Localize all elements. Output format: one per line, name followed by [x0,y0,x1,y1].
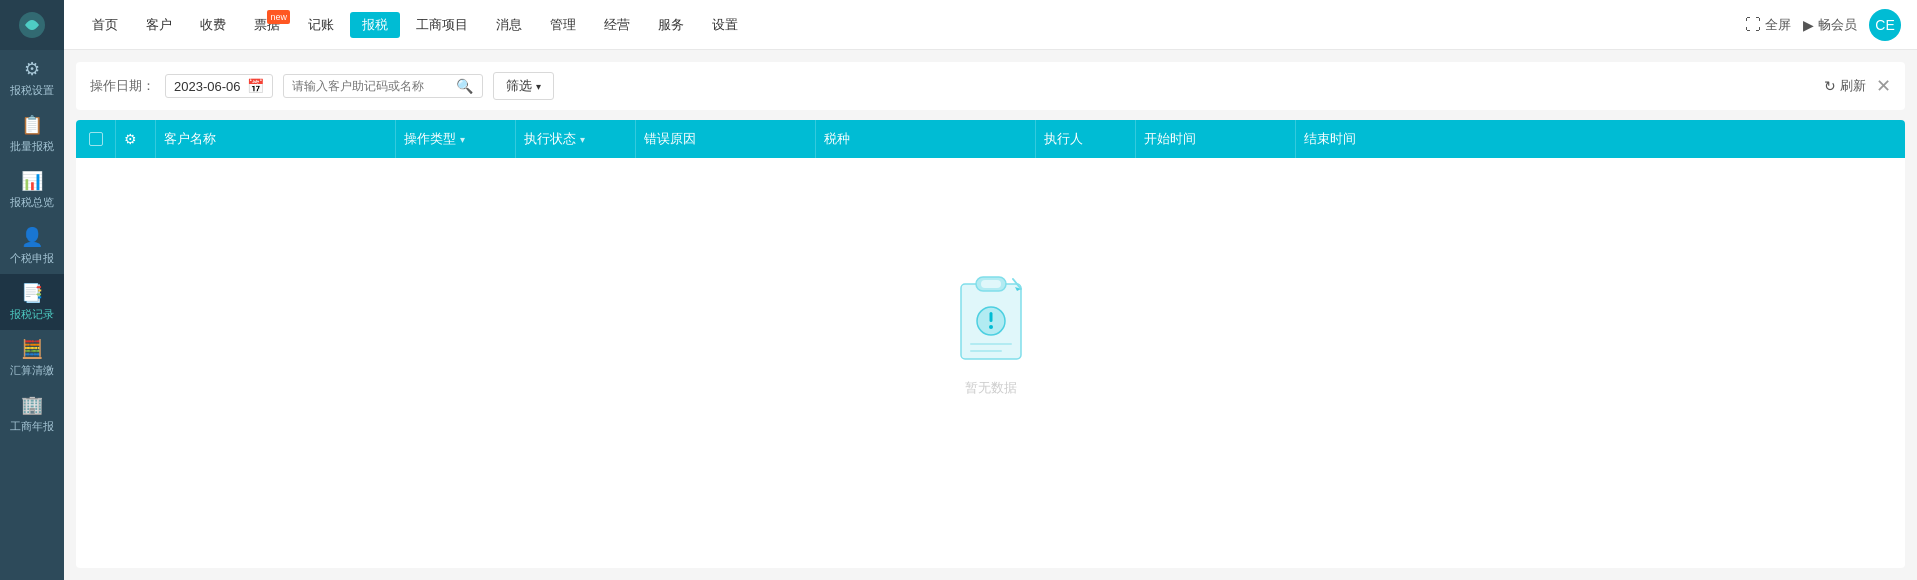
member-button[interactable]: ▶ 畅会员 [1803,16,1857,34]
th-start-time: 开始时间 [1136,120,1296,158]
refresh-label: 刷新 [1840,77,1866,95]
sidebar-item-label: 批量报税 [10,139,54,154]
th-executor: 执行人 [1036,120,1136,158]
nav-jizhang[interactable]: 记账 [296,12,346,38]
nav-fuwu[interactable]: 服务 [646,12,696,38]
baoshui-shezhi-icon: ⚙ [24,58,40,80]
sidebar-item-label: 个税申报 [10,251,54,266]
nav-shoufei[interactable]: 收费 [188,12,238,38]
th-end-time: 结束时间 [1296,120,1416,158]
sidebar-item-geshuishenbao[interactable]: 👤 个税申报 [0,218,64,274]
video-icon: ▶ [1803,17,1814,33]
svg-rect-5 [989,312,992,322]
sidebar-item-piliang-baoshui[interactable]: 📋 批量报税 [0,106,64,162]
refresh-icon: ↻ [1824,78,1836,94]
nav-home[interactable]: 首页 [80,12,130,38]
sidebar: ⚙ 报税设置 📋 批量报税 📊 报税总览 👤 个税申报 📑 报税记录 🧮 汇算清… [0,0,64,580]
th-settings: ⚙ [116,120,156,158]
geshuishenbao-icon: 👤 [21,226,43,248]
nav-piao[interactable]: 票据 new [242,12,292,38]
nav-jingying[interactable]: 经营 [592,12,642,38]
filter-label: 筛选 [506,77,532,95]
sidebar-item-label: 报税记录 [10,307,54,322]
th-customer: 客户名称 [156,120,396,158]
page-content: 操作日期： 2023-06-06 📅 🔍 筛选 ▾ ↻ 刷新 ✕ [64,50,1917,580]
table-body: 暂无数据 [76,158,1905,498]
nav-xiaoxi[interactable]: 消息 [484,12,534,38]
sidebar-item-label: 工商年报 [10,419,54,434]
close-button[interactable]: ✕ [1876,77,1891,95]
new-badge: new [267,10,290,24]
logo[interactable] [0,0,64,50]
refresh-button[interactable]: ↻ 刷新 [1824,77,1866,95]
user-initials: CE [1875,17,1894,33]
th-checkbox[interactable] [76,120,116,158]
sidebar-item-baoshui-jilu[interactable]: 📑 报税记录 [0,274,64,330]
filter-op-type-icon[interactable]: ▾ [460,134,465,145]
empty-state: 暂无数据 [941,259,1041,397]
svg-point-6 [989,325,993,329]
search-input[interactable] [292,79,452,93]
nav-gongshang[interactable]: 工商项目 [404,12,480,38]
sidebar-item-baoshui-zonglang[interactable]: 📊 报税总览 [0,162,64,218]
settings-icon[interactable]: ⚙ [124,131,137,147]
th-error-reason: 错误原因 [636,120,816,158]
sidebar-item-gongshang-nianbao[interactable]: 🏢 工商年报 [0,386,64,442]
sidebar-item-label: 报税设置 [10,83,54,98]
toolbar: 操作日期： 2023-06-06 📅 🔍 筛选 ▾ ↻ 刷新 ✕ [76,62,1905,110]
fullscreen-icon: ⛶ [1745,16,1761,34]
table-container: ⚙ 客户名称 操作类型 ▾ 执行状态 ▾ 错误原因 税种 [76,120,1905,568]
huisuan-jiaona-icon: 🧮 [21,338,43,360]
date-value: 2023-06-06 [174,79,241,94]
th-op-type: 操作类型 ▾ [396,120,516,158]
sidebar-item-label: 报税总览 [10,195,54,210]
table-header: ⚙ 客户名称 操作类型 ▾ 执行状态 ▾ 错误原因 税种 [76,120,1905,158]
empty-text: 暂无数据 [965,379,1017,397]
search-icon: 🔍 [456,78,473,94]
chevron-down-icon: ▾ [536,81,541,92]
piliang-baoshui-icon: 📋 [21,114,43,136]
date-picker[interactable]: 2023-06-06 📅 [165,74,273,98]
nav-baoshui[interactable]: 报税 [350,12,400,38]
empty-illustration [941,259,1041,369]
th-tax-type: 税种 [816,120,1036,158]
filter-button[interactable]: 筛选 ▾ [493,72,554,100]
top-nav: 首页 客户 收费 票据 new 记账 报税 工商项目 消息 管理 经营 服务 设… [64,0,1917,50]
nav-right: ⛶ 全屏 ▶ 畅会员 CE [1745,9,1901,41]
calendar-icon: 📅 [247,78,264,94]
user-avatar[interactable]: CE [1869,9,1901,41]
fullscreen-label: 全屏 [1765,16,1791,34]
fullscreen-button[interactable]: ⛶ 全屏 [1745,16,1791,34]
filter-exec-status-icon[interactable]: ▾ [580,134,585,145]
svg-rect-3 [981,280,1001,288]
select-all-checkbox[interactable] [89,132,103,146]
th-exec-status: 执行状态 ▾ [516,120,636,158]
nav-guanli[interactable]: 管理 [538,12,588,38]
sidebar-item-huisuan-jiaona[interactable]: 🧮 汇算清缴 [0,330,64,386]
baoshui-jilu-icon: 📑 [21,282,43,304]
nav-shezhi[interactable]: 设置 [700,12,750,38]
main-content: 首页 客户 收费 票据 new 记账 报税 工商项目 消息 管理 经营 服务 设… [64,0,1917,580]
search-box: 🔍 [283,74,483,98]
gongshang-nianbao-icon: 🏢 [21,394,43,416]
sidebar-item-baoshui-shezhi[interactable]: ⚙ 报税设置 [0,50,64,106]
date-label: 操作日期： [90,77,155,95]
nav-customer[interactable]: 客户 [134,12,184,38]
member-label: 畅会员 [1818,16,1857,34]
baoshui-zonglang-icon: 📊 [21,170,43,192]
sidebar-item-label: 汇算清缴 [10,363,54,378]
